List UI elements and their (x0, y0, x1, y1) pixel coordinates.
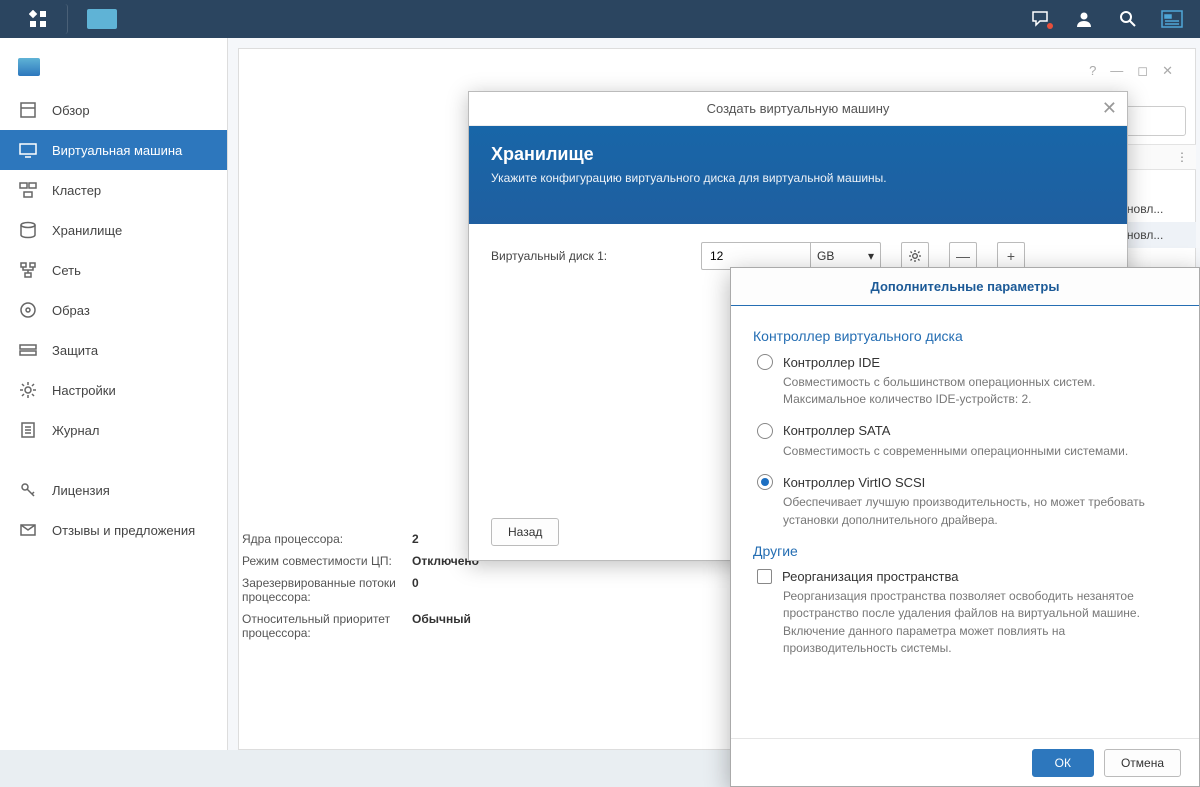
sidebar-item-vm[interactable]: Виртуальная машина (0, 130, 227, 170)
main-menu-button[interactable] (8, 4, 68, 34)
radio-icon (757, 474, 773, 490)
window-minimize-icon[interactable]: — (1110, 63, 1123, 79)
disk-add-button[interactable]: + (997, 242, 1025, 270)
sidebar-item-label: Образ (52, 303, 90, 318)
radio-ide[interactable]: Контроллер IDE (757, 354, 1177, 370)
sidebar-item-cluster[interactable]: Кластер (0, 170, 227, 210)
back-button[interactable]: Назад (491, 518, 559, 546)
window-close-icon[interactable]: ✕ (1162, 63, 1173, 79)
search-button[interactable] (1108, 4, 1148, 34)
app-logo (0, 58, 227, 90)
window-maximize-icon[interactable]: ◻ (1137, 63, 1148, 79)
key-icon (18, 480, 38, 500)
network-icon (18, 260, 38, 280)
widgets-button[interactable] (1152, 4, 1192, 34)
wizard-title: Создать виртуальную машину ✕ (469, 92, 1127, 126)
ok-button[interactable]: ОК (1032, 749, 1094, 777)
sidebar-item-image[interactable]: Образ (0, 290, 227, 330)
log-icon (18, 420, 38, 440)
shield-icon (18, 340, 38, 360)
chevron-down-icon: ▾ (868, 249, 874, 263)
app-button[interactable] (72, 4, 132, 34)
close-icon[interactable]: ✕ (1102, 98, 1117, 119)
option-description: Совместимость с большинством операционны… (783, 374, 1177, 409)
disk-settings-button[interactable] (901, 242, 929, 270)
sidebar-item-label: Журнал (52, 423, 99, 438)
sidebar-item-settings[interactable]: Настройки (0, 370, 227, 410)
monitor-icon (87, 9, 117, 29)
vm-icon (18, 140, 38, 160)
option-description: Совместимость с современными операционны… (783, 443, 1177, 460)
sidebar-item-protection[interactable]: Защита (0, 330, 227, 370)
sidebar-item-network[interactable]: Сеть (0, 250, 227, 290)
popover-title: Дополнительные параметры (731, 268, 1199, 306)
storage-icon (18, 220, 38, 240)
cluster-icon (18, 180, 38, 200)
sidebar-item-license[interactable]: Лицензия (0, 470, 227, 510)
image-icon (18, 300, 38, 320)
disk-label: Виртуальный диск 1: (491, 249, 681, 263)
section-header: Другие (753, 543, 1177, 559)
sidebar-item-storage[interactable]: Хранилище (0, 210, 227, 250)
sidebar-item-overview[interactable]: Обзор (0, 90, 227, 130)
system-topbar (0, 0, 1200, 38)
checkbox-reclaim[interactable]: Реорганизация пространства (757, 569, 1177, 584)
radio-icon (757, 354, 773, 370)
sidebar-item-label: Отзывы и предложения (52, 523, 195, 538)
radio-virtio[interactable]: Контроллер VirtIO SCSI (757, 474, 1177, 490)
sidebar-item-label: Обзор (52, 103, 90, 118)
sidebar-item-label: Хранилище (52, 223, 122, 238)
sidebar-item-label: Кластер (52, 183, 101, 198)
option-description: Обеспечивает лучшую производительность, … (783, 494, 1177, 529)
mail-icon (18, 520, 38, 540)
sidebar-item-feedback[interactable]: Отзывы и предложения (0, 510, 227, 550)
column-menu-icon[interactable]: ⋮ (1176, 150, 1188, 164)
user-button[interactable] (1064, 4, 1104, 34)
gear-icon (18, 380, 38, 400)
radio-icon (757, 423, 773, 439)
disk-size-input[interactable] (701, 242, 811, 270)
overview-icon (18, 100, 38, 120)
checkbox-icon (757, 569, 772, 584)
sidebar-item-label: Настройки (52, 383, 116, 398)
sidebar-item-label: Сеть (52, 263, 81, 278)
app-sidebar: Обзор Виртуальная машина Кластер Хранили… (0, 38, 228, 750)
sidebar-item-label: Лицензия (52, 483, 110, 498)
sidebar-item-log[interactable]: Журнал (0, 410, 227, 450)
window-controls: ? — ◻ ✕ (1089, 63, 1173, 79)
section-header: Контроллер виртуального диска (753, 328, 1177, 344)
disk-unit-select[interactable]: GB ▾ (811, 242, 881, 270)
sidebar-item-label: Виртуальная машина (52, 143, 182, 158)
wizard-banner: Хранилище Укажите конфигурацию виртуальн… (469, 126, 1127, 224)
option-description: Реорганизация пространства позволяет осв… (783, 588, 1177, 658)
disk-remove-button[interactable]: — (949, 242, 977, 270)
window-help-icon[interactable]: ? (1089, 63, 1096, 79)
radio-sata[interactable]: Контроллер SATA (757, 423, 1177, 439)
notifications-button[interactable] (1020, 4, 1060, 34)
sidebar-item-label: Защита (52, 343, 98, 358)
advanced-params-popover: Дополнительные параметры Контроллер вирт… (730, 267, 1200, 787)
cancel-button[interactable]: Отмена (1104, 749, 1181, 777)
